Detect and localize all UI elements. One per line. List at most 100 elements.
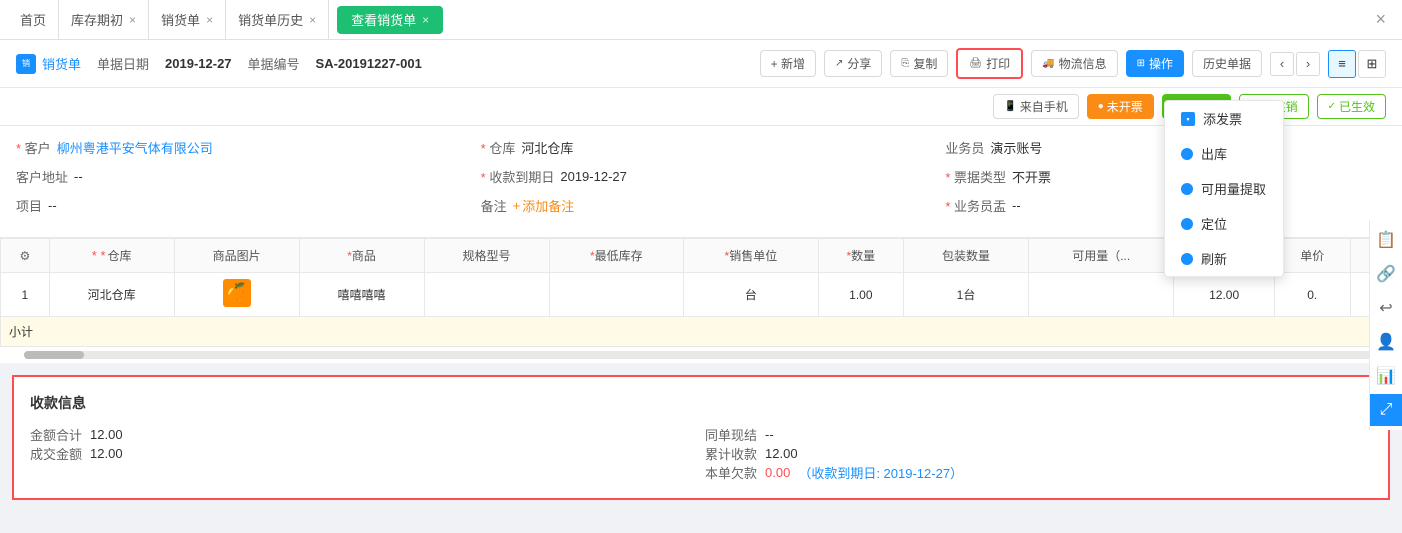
row-spec <box>424 273 549 317</box>
col-spec: 规格型号 <box>424 239 549 273</box>
note-field: 备注 添加备注 <box>481 196 922 215</box>
copy-button[interactable]: ⎘ 复制 <box>890 50 948 77</box>
dropdown-available-qty[interactable]: 可用量提取 <box>1165 171 1283 206</box>
tab-view-sales[interactable]: 查看销货单 × <box>337 6 443 34</box>
logistics-button[interactable]: 🚚 物流信息 <box>1031 50 1117 77</box>
customer-value[interactable]: 柳州粤港平安气体有限公司 <box>57 138 213 157</box>
tab-sales-close[interactable]: × <box>206 13 213 27</box>
row-unit: 台 <box>684 273 819 317</box>
sidebar-clipboard-icon[interactable]: 📋 <box>1370 224 1402 256</box>
row-pack-qty: 1台 <box>904 273 1029 317</box>
tab-home[interactable]: 首页 <box>8 0 59 40</box>
row-min-stock <box>549 273 684 317</box>
col-unit: *销售单位 <box>684 239 819 273</box>
document-title: 销 销货单 <box>16 54 81 74</box>
refresh-label: 刷新 <box>1201 249 1227 268</box>
navigation-arrows: ‹ › <box>1270 52 1320 76</box>
col-img: 商品图片 <box>174 239 299 273</box>
payment-row-deal: 成交金额 12.00 <box>30 444 697 463</box>
dropdown-locate[interactable]: 定位 <box>1165 206 1283 241</box>
locate-icon <box>1181 218 1193 230</box>
operate-button[interactable]: ⊞ 操作 <box>1126 50 1184 77</box>
subtotal-row: 小计 <box>1 317 1402 347</box>
sidebar-expand-icon[interactable]: ⤢ <box>1370 394 1402 426</box>
warehouse-label: 仓库 <box>481 138 516 157</box>
row-qty: 1.00 <box>818 273 903 317</box>
not-open-button[interactable]: ● 未开票 <box>1087 94 1154 119</box>
no-value: SA-20191227-001 <box>316 56 422 71</box>
locate-label: 定位 <box>1201 214 1227 233</box>
subtotal-label: 小计 <box>1 317 1402 347</box>
from-phone-button[interactable]: 📱 来自手机 <box>993 94 1078 119</box>
horizontal-scrollbar[interactable] <box>24 351 1378 359</box>
new-button[interactable]: + 新增 <box>760 50 816 77</box>
tab-sales-history[interactable]: 销货单历史 × <box>226 0 329 40</box>
history-button[interactable]: 历史单据 <box>1192 50 1262 77</box>
no-label: 单据编号 <box>248 54 300 73</box>
document-header: 销 销货单 单据日期 2019-12-27 单据编号 SA-20191227-0… <box>0 40 1402 88</box>
payment-section: 收款信息 金额合计 12.00 成交金额 12.00 <box>12 375 1390 500</box>
next-button[interactable]: › <box>1296 52 1320 76</box>
right-sidebar: 📋 🔗 ↩ 👤 📊 ⤢ <box>1369 220 1402 430</box>
tab-view-sales-close[interactable]: × <box>422 13 429 27</box>
dropdown-refresh[interactable]: 刷新 <box>1165 241 1283 276</box>
row-available <box>1028 273 1173 317</box>
payment-row-same-settle: 同单现结 -- <box>705 425 1372 444</box>
payment-row-total: 金额合计 12.00 <box>30 425 697 444</box>
operator-label: 业务员 <box>945 138 984 157</box>
available-qty-label: 可用量提取 <box>1201 179 1266 198</box>
sales-label: 业务员盂 <box>945 196 1006 215</box>
sidebar-user-icon[interactable]: 👤 <box>1370 326 1402 358</box>
same-settle-value: -- <box>765 427 774 442</box>
payment-left: 金额合计 12.00 成交金额 12.00 <box>30 425 697 482</box>
row-img <box>174 273 299 317</box>
col-available: 可用量（... <box>1028 239 1173 273</box>
sidebar-chart-icon[interactable]: 📊 <box>1370 360 1402 392</box>
sidebar-return-icon[interactable]: ↩ <box>1370 292 1402 324</box>
table-row: 1 河北仓库 嘻嘻嘻嘻 台 1.00 1台 12.00 0. <box>1 273 1402 317</box>
table-scroll-bar <box>0 347 1402 363</box>
same-settle-label: 同单现结 <box>705 425 757 444</box>
view-toggle: ≡ ⊞ <box>1328 50 1386 78</box>
effect-status[interactable]: ✓ 已生效 <box>1317 94 1386 119</box>
outbound-label: 出库 <box>1201 144 1227 163</box>
list-view-button[interactable]: ≡ <box>1328 50 1356 78</box>
tab-sales-history-close[interactable]: × <box>309 13 316 27</box>
row-stock: 12.00 <box>1174 273 1274 317</box>
accumulated-value: 12.00 <box>765 446 798 461</box>
settings-icon[interactable]: ⚙ <box>19 249 30 263</box>
add-note-button[interactable]: 添加备注 <box>513 196 575 215</box>
col-min-stock: *最低库存 <box>549 239 684 273</box>
ticket-type-value: 不开票 <box>1012 167 1051 186</box>
dropdown-outbound[interactable]: 出库 <box>1165 136 1283 171</box>
due-date-value: 2019-12-27 <box>560 169 627 184</box>
owed-label: 本单欠款 <box>705 463 757 482</box>
row-price: 0. <box>1274 273 1350 317</box>
date-label: 单据日期 <box>97 54 149 73</box>
warehouse-field: 仓库 河北仓库 <box>481 138 922 157</box>
share-button[interactable]: ↗ 分享 <box>824 50 882 77</box>
refresh-icon <box>1181 253 1193 265</box>
tab-inventory[interactable]: 库存期初 × <box>59 0 149 40</box>
payment-container: 收款信息 金额合计 12.00 成交金额 12.00 <box>0 363 1402 512</box>
total-value: 12.00 <box>90 427 123 442</box>
scroll-thumb[interactable] <box>24 351 84 359</box>
prev-button[interactable]: ‹ <box>1270 52 1294 76</box>
sales-value: -- <box>1012 198 1021 213</box>
payment-row-accumulated: 累计收款 12.00 <box>705 444 1372 463</box>
window-close-button[interactable]: × <box>1367 9 1394 30</box>
add-invoice-label: 添发票 <box>1203 109 1242 128</box>
dropdown-add-invoice[interactable]: ▪ 添发票 <box>1165 101 1283 136</box>
tab-sales[interactable]: 销货单 × <box>149 0 226 40</box>
tab-inventory-close[interactable]: × <box>129 13 136 27</box>
project-label: 项目 <box>16 196 42 215</box>
print-button[interactable]: 🖨 打印 <box>959 51 1020 76</box>
project-field: 项目 -- <box>16 196 457 215</box>
row-no: 1 <box>1 273 50 317</box>
customer-label: 客户 <box>16 138 51 157</box>
payment-right: 同单现结 -- 累计收款 12.00 本单欠款 0.00 （收款到期日: 201… <box>705 425 1372 482</box>
accumulated-label: 累计收款 <box>705 444 757 463</box>
owed-value: 0.00 <box>765 465 790 480</box>
sidebar-link-icon[interactable]: 🔗 <box>1370 258 1402 290</box>
grid-view-button[interactable]: ⊞ <box>1358 50 1386 78</box>
